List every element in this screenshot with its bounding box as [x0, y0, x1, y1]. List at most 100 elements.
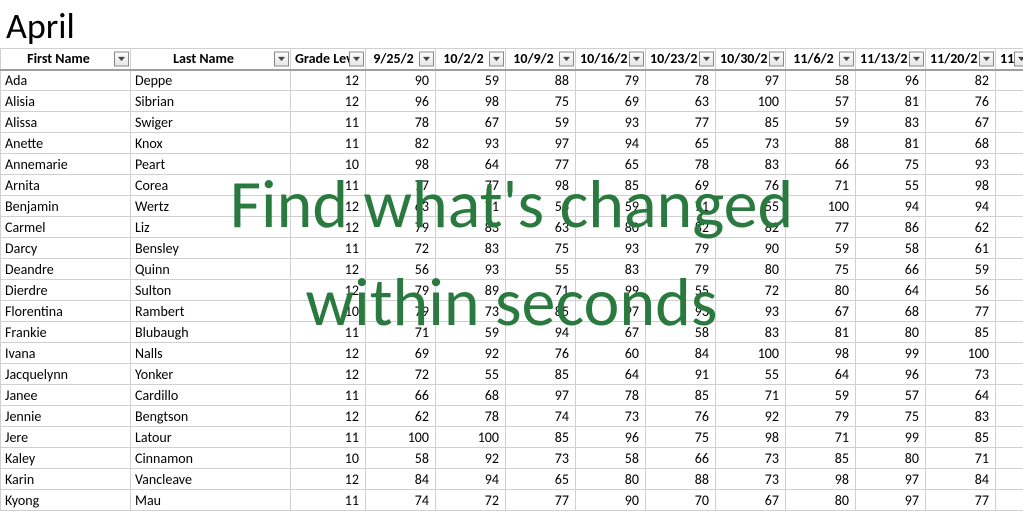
cell-score[interactable]: [996, 427, 1023, 448]
cell-score[interactable]: 64: [576, 364, 646, 385]
cell-score[interactable]: 74: [506, 406, 576, 427]
cell-score[interactable]: 55: [506, 259, 576, 280]
cell-score[interactable]: [996, 343, 1023, 364]
cell-grade-level[interactable]: 11: [291, 175, 366, 196]
cell-score[interactable]: 73: [576, 406, 646, 427]
cell-score[interactable]: 58: [366, 448, 436, 469]
cell-score[interactable]: 73: [716, 448, 786, 469]
cell-score[interactable]: 83: [716, 322, 786, 343]
cell-score[interactable]: 93: [646, 301, 716, 322]
cell-score[interactable]: 93: [436, 259, 506, 280]
cell-score[interactable]: 78: [576, 385, 646, 406]
cell-score[interactable]: 78: [436, 406, 506, 427]
cell-score[interactable]: 73: [436, 301, 506, 322]
cell-score[interactable]: [996, 133, 1023, 154]
cell-score[interactable]: 83: [856, 112, 926, 133]
cell-first-name[interactable]: Deandre: [1, 259, 131, 280]
cell-score[interactable]: 67: [786, 301, 856, 322]
cell-score[interactable]: 65: [506, 469, 576, 490]
cell-last-name[interactable]: Sibrian: [131, 91, 291, 112]
cell-score[interactable]: 97: [856, 469, 926, 490]
cell-score[interactable]: 100: [926, 343, 996, 364]
cell-score[interactable]: 86: [856, 217, 926, 238]
cell-score[interactable]: [996, 322, 1023, 343]
cell-score[interactable]: 83: [716, 154, 786, 175]
cell-score[interactable]: 62: [926, 217, 996, 238]
cell-first-name[interactable]: Carmel: [1, 217, 131, 238]
cell-score[interactable]: 58: [576, 448, 646, 469]
cell-score[interactable]: 80: [576, 217, 646, 238]
cell-score[interactable]: 80: [716, 259, 786, 280]
cell-score[interactable]: 98: [506, 175, 576, 196]
cell-score[interactable]: 100: [366, 427, 436, 448]
cell-score[interactable]: 83: [436, 238, 506, 259]
cell-score[interactable]: 74: [366, 490, 436, 511]
cell-score[interactable]: 90: [716, 238, 786, 259]
cell-score[interactable]: 68: [926, 133, 996, 154]
cell-score[interactable]: 71: [366, 322, 436, 343]
cell-score[interactable]: 93: [576, 112, 646, 133]
cell-score[interactable]: 55: [646, 280, 716, 301]
cell-score[interactable]: 61: [926, 238, 996, 259]
filter-dropdown-icon[interactable]: [489, 51, 504, 66]
cell-score[interactable]: 68: [856, 301, 926, 322]
cell-first-name[interactable]: Ivana: [1, 343, 131, 364]
cell-score[interactable]: 88: [646, 469, 716, 490]
cell-score[interactable]: 82: [716, 217, 786, 238]
cell-score[interactable]: 97: [576, 301, 646, 322]
cell-first-name[interactable]: Frankie: [1, 322, 131, 343]
cell-score[interactable]: 67: [436, 112, 506, 133]
cell-score[interactable]: 98: [786, 469, 856, 490]
cell-score[interactable]: 79: [366, 280, 436, 301]
cell-score[interactable]: [996, 238, 1023, 259]
cell-score[interactable]: 96: [576, 427, 646, 448]
cell-score[interactable]: 67: [576, 322, 646, 343]
cell-grade-level[interactable]: 11: [291, 427, 366, 448]
cell-grade-level[interactable]: 11: [291, 133, 366, 154]
cell-score[interactable]: 80: [786, 280, 856, 301]
cell-last-name[interactable]: Blubaugh: [131, 322, 291, 343]
cell-last-name[interactable]: Vancleave: [131, 469, 291, 490]
cell-grade-level[interactable]: 10: [291, 301, 366, 322]
cell-score[interactable]: 57: [856, 385, 926, 406]
cell-score[interactable]: 75: [786, 259, 856, 280]
cell-score[interactable]: 71: [786, 175, 856, 196]
cell-score[interactable]: 67: [926, 112, 996, 133]
cell-score[interactable]: 100: [786, 196, 856, 217]
cell-score[interactable]: 71: [506, 280, 576, 301]
cell-score[interactable]: 92: [436, 448, 506, 469]
cell-first-name[interactable]: Ada: [1, 70, 131, 91]
cell-score[interactable]: 67: [716, 490, 786, 511]
cell-score[interactable]: 76: [926, 91, 996, 112]
cell-score[interactable]: 59: [436, 322, 506, 343]
cell-score[interactable]: 70: [646, 490, 716, 511]
cell-score[interactable]: 83: [926, 406, 996, 427]
cell-first-name[interactable]: Alissa: [1, 112, 131, 133]
cell-last-name[interactable]: Rambert: [131, 301, 291, 322]
cell-last-name[interactable]: Cinnamon: [131, 448, 291, 469]
cell-first-name[interactable]: Dierdre: [1, 280, 131, 301]
cell-score[interactable]: 77: [436, 175, 506, 196]
cell-score[interactable]: 73: [716, 133, 786, 154]
cell-score[interactable]: 75: [856, 154, 926, 175]
cell-first-name[interactable]: Florentina: [1, 301, 131, 322]
cell-score[interactable]: 77: [506, 490, 576, 511]
cell-score[interactable]: 85: [506, 301, 576, 322]
cell-score[interactable]: 82: [366, 133, 436, 154]
cell-grade-level[interactable]: 12: [291, 469, 366, 490]
cell-score[interactable]: [996, 70, 1023, 91]
cell-score[interactable]: 59: [926, 259, 996, 280]
cell-score[interactable]: 71: [786, 427, 856, 448]
cell-score[interactable]: 84: [926, 469, 996, 490]
cell-score[interactable]: 92: [436, 343, 506, 364]
column-header[interactable]: Last Name: [131, 49, 291, 70]
cell-score[interactable]: 78: [646, 154, 716, 175]
cell-grade-level[interactable]: 11: [291, 238, 366, 259]
cell-score[interactable]: 92: [716, 406, 786, 427]
cell-score[interactable]: 59: [786, 385, 856, 406]
cell-grade-level[interactable]: 11: [291, 112, 366, 133]
cell-score[interactable]: 59: [786, 112, 856, 133]
cell-score[interactable]: 60: [576, 343, 646, 364]
filter-dropdown-icon[interactable]: [909, 51, 924, 66]
cell-first-name[interactable]: Jennie: [1, 406, 131, 427]
